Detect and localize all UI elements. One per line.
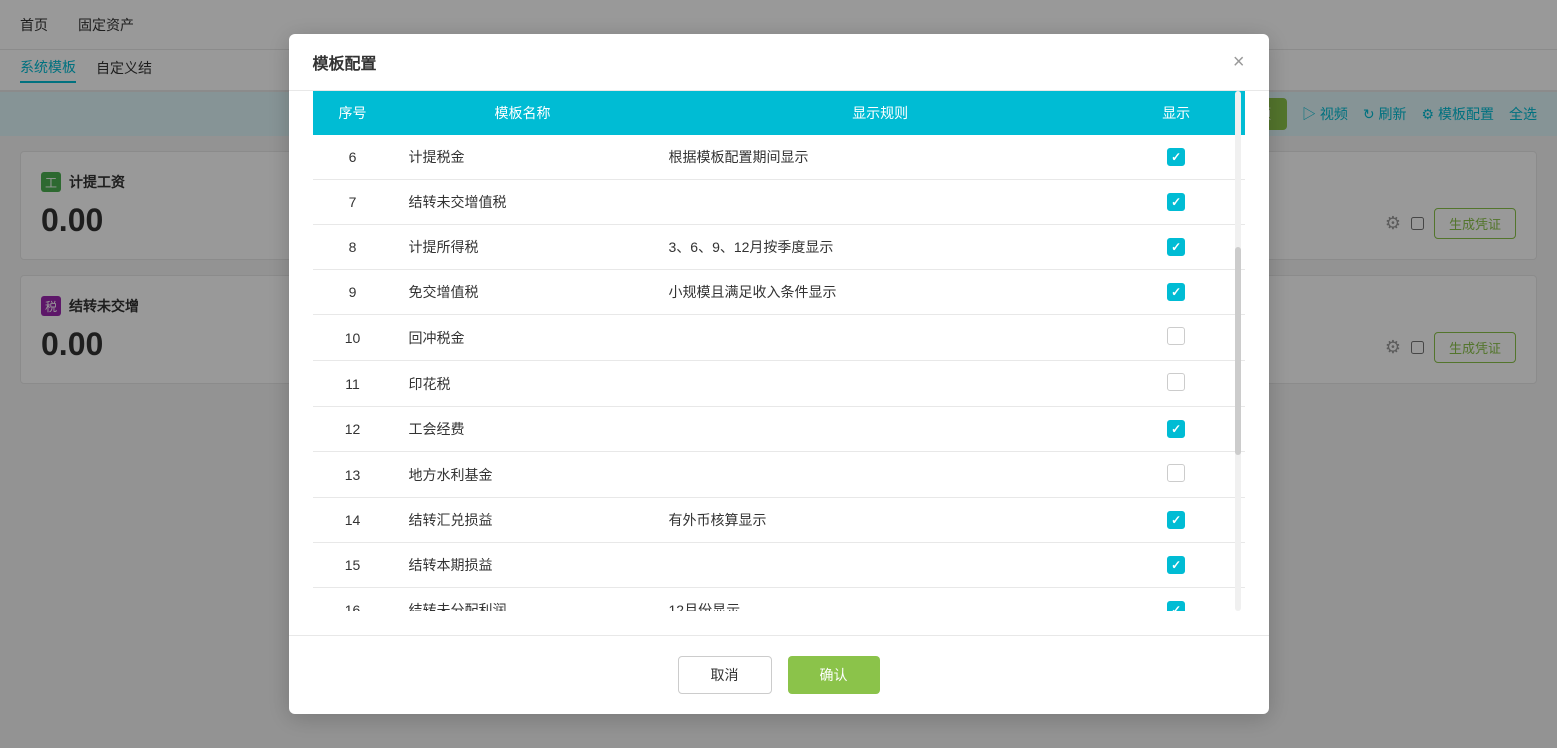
cell-index: 16 — [313, 588, 393, 612]
display-checkbox[interactable] — [1167, 511, 1185, 529]
col-header-rule: 显示规则 — [653, 91, 1108, 135]
cell-index: 14 — [313, 498, 393, 543]
cell-rule — [653, 452, 1108, 498]
cell-rule: 小规模且满足收入条件显示 — [653, 270, 1108, 315]
table-row: 13地方水利基金 — [313, 452, 1245, 498]
confirm-button[interactable]: 确认 — [788, 656, 880, 694]
cell-name: 结转汇兑损益 — [393, 498, 653, 543]
table-row: 11印花税 — [313, 361, 1245, 407]
display-checkbox[interactable] — [1167, 238, 1185, 256]
table-row: 16结转未分配利润12月份显示 — [313, 588, 1245, 612]
cell-rule — [653, 407, 1108, 452]
template-config-modal: 模板配置 × 序号 模板名称 显示规则 显示 6计提税金根据模板配置期间显 — [289, 34, 1269, 714]
modal-overlay: 模板配置 × 序号 模板名称 显示规则 显示 6计提税金根据模板配置期间显 — [0, 0, 1557, 748]
cell-name: 结转未分配利润 — [393, 588, 653, 612]
table-row: 6计提税金根据模板配置期间显示 — [313, 135, 1245, 180]
modal-header: 模板配置 × — [289, 34, 1269, 91]
cell-name: 工会经费 — [393, 407, 653, 452]
table-row: 9免交增值税小规模且满足收入条件显示 — [313, 270, 1245, 315]
modal-close-button[interactable]: × — [1233, 52, 1245, 72]
scrollbar-track — [1235, 91, 1241, 611]
cell-display[interactable] — [1108, 135, 1245, 180]
modal-title: 模板配置 — [313, 50, 377, 74]
cell-index: 6 — [313, 135, 393, 180]
cell-display[interactable] — [1108, 225, 1245, 270]
cell-index: 8 — [313, 225, 393, 270]
cell-display[interactable] — [1108, 498, 1245, 543]
col-header-name: 模板名称 — [393, 91, 653, 135]
display-checkbox[interactable] — [1167, 464, 1185, 482]
cell-display[interactable] — [1108, 588, 1245, 612]
cell-index: 9 — [313, 270, 393, 315]
display-checkbox[interactable] — [1167, 601, 1185, 611]
table-row: 15结转本期损益 — [313, 543, 1245, 588]
display-checkbox[interactable] — [1167, 283, 1185, 301]
col-header-display: 显示 — [1108, 91, 1245, 135]
table-row: 14结转汇兑损益有外币核算显示 — [313, 498, 1245, 543]
display-checkbox[interactable] — [1167, 327, 1185, 345]
cell-index: 12 — [313, 407, 393, 452]
cell-display[interactable] — [1108, 180, 1245, 225]
table-wrapper: 序号 模板名称 显示规则 显示 6计提税金根据模板配置期间显示7结转未交增值税8… — [313, 91, 1245, 611]
cell-name: 印花税 — [393, 361, 653, 407]
table-header: 序号 模板名称 显示规则 显示 — [313, 91, 1245, 135]
cell-display[interactable] — [1108, 270, 1245, 315]
cell-name: 计提税金 — [393, 135, 653, 180]
table-row: 7结转未交增值税 — [313, 180, 1245, 225]
cell-rule — [653, 315, 1108, 361]
cell-display[interactable] — [1108, 315, 1245, 361]
cell-rule: 3、6、9、12月按季度显示 — [653, 225, 1108, 270]
cell-index: 10 — [313, 315, 393, 361]
table-row: 10回冲税金 — [313, 315, 1245, 361]
cell-display[interactable] — [1108, 361, 1245, 407]
cell-rule — [653, 543, 1108, 588]
table-body: 6计提税金根据模板配置期间显示7结转未交增值税8计提所得税3、6、9、12月按季… — [313, 135, 1245, 611]
cell-rule: 根据模板配置期间显示 — [653, 135, 1108, 180]
display-checkbox[interactable] — [1167, 373, 1185, 391]
cell-index: 7 — [313, 180, 393, 225]
cell-index: 15 — [313, 543, 393, 588]
cell-name: 回冲税金 — [393, 315, 653, 361]
col-header-index: 序号 — [313, 91, 393, 135]
modal-body: 序号 模板名称 显示规则 显示 6计提税金根据模板配置期间显示7结转未交增值税8… — [289, 91, 1269, 635]
display-checkbox[interactable] — [1167, 556, 1185, 574]
cell-rule — [653, 180, 1108, 225]
cell-display[interactable] — [1108, 407, 1245, 452]
cell-rule: 有外币核算显示 — [653, 498, 1108, 543]
cell-display[interactable] — [1108, 543, 1245, 588]
cell-index: 13 — [313, 452, 393, 498]
cell-name: 计提所得税 — [393, 225, 653, 270]
cell-name: 结转本期损益 — [393, 543, 653, 588]
config-table: 序号 模板名称 显示规则 显示 6计提税金根据模板配置期间显示7结转未交增值税8… — [313, 91, 1245, 611]
cell-rule: 12月份显示 — [653, 588, 1108, 612]
cell-rule — [653, 361, 1108, 407]
cell-display[interactable] — [1108, 452, 1245, 498]
display-checkbox[interactable] — [1167, 193, 1185, 211]
cancel-button[interactable]: 取消 — [678, 656, 772, 694]
table-row: 8计提所得税3、6、9、12月按季度显示 — [313, 225, 1245, 270]
cell-name: 结转未交增值税 — [393, 180, 653, 225]
display-checkbox[interactable] — [1167, 420, 1185, 438]
cell-name: 地方水利基金 — [393, 452, 653, 498]
table-row: 12工会经费 — [313, 407, 1245, 452]
scrollbar-thumb — [1235, 247, 1241, 455]
modal-footer: 取消 确认 — [289, 635, 1269, 714]
cell-index: 11 — [313, 361, 393, 407]
display-checkbox[interactable] — [1167, 148, 1185, 166]
cell-name: 免交增值税 — [393, 270, 653, 315]
